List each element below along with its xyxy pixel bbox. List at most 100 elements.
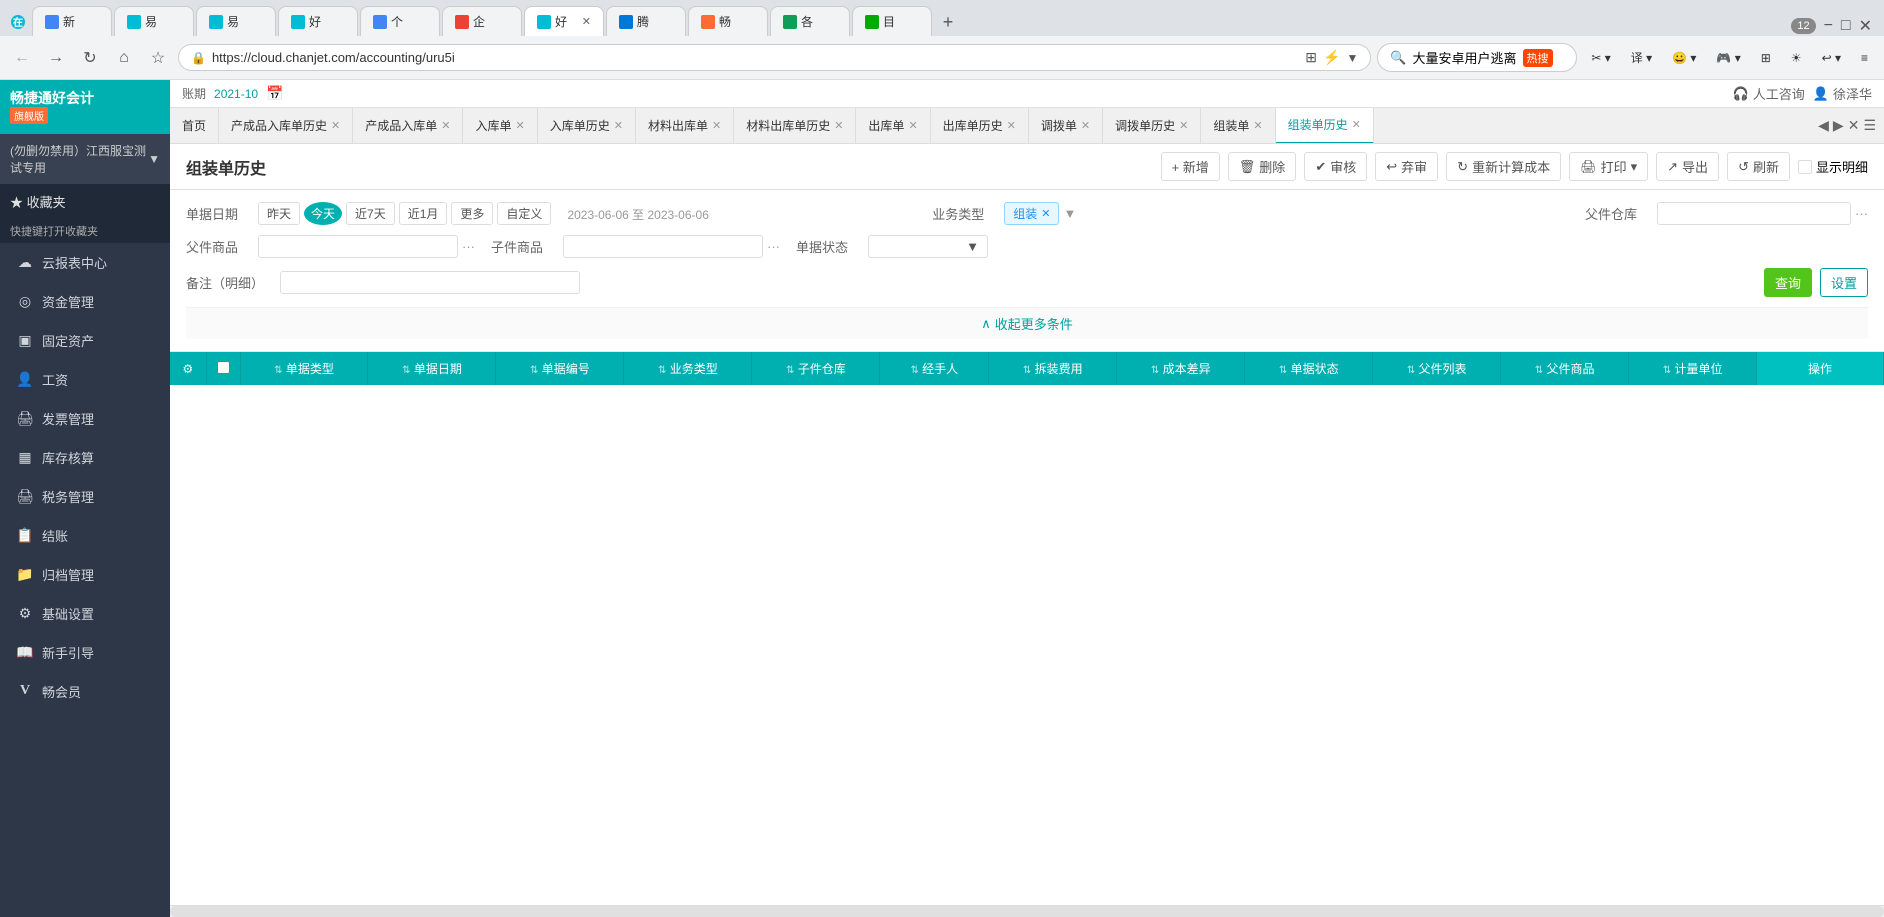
abandon-button[interactable]: ↩ 弃审: [1375, 152, 1438, 181]
app-tab-home[interactable]: 首页: [170, 108, 219, 144]
close-out-hist[interactable]: ✕: [1007, 119, 1016, 132]
app-tab-prod-in-hist[interactable]: 产成品入库单历史 ✕: [219, 108, 353, 144]
support-btn[interactable]: 🎧 人工咨询: [1733, 84, 1805, 103]
tab-close-7[interactable]: ✕: [582, 15, 591, 28]
browser-tab-7[interactable]: 好 ✕: [524, 6, 604, 36]
th-biz-type[interactable]: ⇅ 业务类型: [624, 352, 752, 385]
th-bill-date[interactable]: ⇅ 单据日期: [368, 352, 496, 385]
sidebar-item-tax-mgmt[interactable]: 🖨 税务管理: [0, 477, 170, 516]
browser-tab-8[interactable]: 腾: [606, 6, 686, 36]
close-prod-in[interactable]: ✕: [441, 119, 450, 132]
close-assemble-hist[interactable]: ✕: [1179, 119, 1188, 132]
th-checkbox[interactable]: [206, 352, 240, 385]
browser-search-bar[interactable]: 🔍 大量安卓用户逃离 热搜: [1377, 43, 1577, 72]
close-out-order[interactable]: ✕: [908, 119, 917, 132]
scissors-action[interactable]: ✂ ▾: [1583, 47, 1618, 69]
app-tab-assemble-hist[interactable]: 调拨单历史 ✕: [1103, 108, 1201, 144]
app-tab-in-hist[interactable]: 入库单历史 ✕: [538, 108, 636, 144]
dropdown-arrow[interactable]: ▼: [1346, 51, 1358, 65]
date-btn-7days[interactable]: 近7天: [346, 202, 395, 225]
app-tab-prod-in[interactable]: 产成品入库单 ✕: [353, 108, 463, 144]
status-dropdown[interactable]: ▼: [868, 235, 988, 258]
notes-input[interactable]: [280, 271, 580, 294]
grid-action[interactable]: ⊞: [1753, 47, 1779, 69]
tabs-more[interactable]: ☰: [1863, 117, 1876, 134]
th-bill-no[interactable]: ⇅ 单据编号: [496, 352, 624, 385]
th-handler[interactable]: ⇅ 经手人: [880, 352, 989, 385]
th-gear[interactable]: ⚙: [170, 352, 206, 385]
game-action[interactable]: 🎮 ▾: [1708, 47, 1748, 69]
th-bill-type[interactable]: ⇅ 单据类型: [240, 352, 368, 385]
browser-tab-1[interactable]: 新: [32, 6, 112, 36]
sidebar-item-fixed-assets[interactable]: ▣ 固定资产: [0, 321, 170, 360]
bookmark-button[interactable]: ☆: [144, 44, 172, 72]
sidebar-company[interactable]: (勿删勿禁用）江西服宝测试专用 ▼: [0, 134, 170, 184]
new-tab-button[interactable]: +: [934, 8, 962, 36]
child-goods-more[interactable]: ···: [767, 239, 780, 254]
date-btn-1month[interactable]: 近1月: [399, 202, 448, 225]
bottom-scrollbar[interactable]: [170, 905, 1884, 917]
browser-tab-2[interactable]: 易: [114, 6, 194, 36]
calendar-icon[interactable]: 📅: [266, 85, 283, 102]
recalc-cost-button[interactable]: ↻ 重新计算成本: [1446, 152, 1561, 181]
sidebar-favorites-sub[interactable]: 快捷键打开收藏夹: [0, 219, 170, 243]
close-window-button[interactable]: ✕: [1859, 16, 1872, 36]
date-btn-custom[interactable]: 自定义: [497, 202, 551, 225]
th-dismantling-fee[interactable]: ⇅ 拆装费用: [989, 352, 1117, 385]
extension-icon[interactable]: ⚡: [1323, 49, 1340, 66]
app-tab-assemble[interactable]: 调拨单 ✕: [1029, 108, 1103, 144]
browser-tab-9[interactable]: 畅: [688, 6, 768, 36]
minimize-button[interactable]: −: [1824, 17, 1833, 35]
browser-tab-4[interactable]: 好: [278, 6, 358, 36]
address-bar[interactable]: 🔒 https://cloud.chanjet.com/accounting/u…: [178, 44, 1371, 71]
forward-button[interactable]: →: [42, 44, 70, 72]
close-in-order[interactable]: ✕: [516, 119, 525, 132]
tabs-close-all[interactable]: ✕: [1848, 117, 1860, 134]
print-dropdown-icon[interactable]: ▾: [1631, 159, 1638, 175]
sidebar-item-wizard[interactable]: 📖 新手引导: [0, 633, 170, 672]
tab-count-badge[interactable]: 12: [1791, 18, 1815, 34]
sidebar-item-basic-settings[interactable]: ⚙ 基础设置: [0, 594, 170, 633]
parent-goods-input[interactable]: [258, 235, 458, 258]
child-goods-input[interactable]: [563, 235, 763, 258]
browser-tab-3[interactable]: 易: [196, 6, 276, 36]
close-mat-out-hist[interactable]: ✕: [834, 119, 843, 132]
date-btn-more[interactable]: 更多: [451, 202, 493, 225]
sidebar-item-member[interactable]: V 畅会员: [0, 672, 170, 711]
new-button[interactable]: + 新增: [1161, 152, 1220, 181]
back-button[interactable]: ←: [8, 44, 36, 72]
collapse-bar[interactable]: ∧ 收起更多条件: [186, 307, 1868, 339]
show-detail-checkbox[interactable]: [1798, 160, 1812, 174]
audit-button[interactable]: ✔ 审核: [1304, 152, 1367, 181]
user-btn[interactable]: 👤 徐泽华: [1813, 84, 1872, 103]
maximize-button[interactable]: □: [1841, 17, 1851, 35]
browser-tab-5[interactable]: 个: [360, 6, 440, 36]
app-tab-out-hist[interactable]: 出库单历史 ✕: [931, 108, 1029, 144]
select-all-checkbox[interactable]: [217, 361, 230, 374]
date-btn-today[interactable]: 今天: [304, 202, 342, 225]
export-button[interactable]: ↗ 导出: [1656, 152, 1719, 181]
tabs-scroll-left[interactable]: ◀: [1818, 117, 1829, 134]
reload-button[interactable]: ↻: [76, 44, 104, 72]
gear-icon[interactable]: ⚙: [182, 362, 193, 376]
th-unit[interactable]: ⇅ 计量单位: [1629, 352, 1757, 385]
th-cost-diff[interactable]: ⇅ 成本差异: [1117, 352, 1245, 385]
brightness-action[interactable]: ☀: [1783, 47, 1810, 69]
sidebar-item-inventory[interactable]: ▦ 库存核算: [0, 438, 170, 477]
show-detail-toggle[interactable]: 显示明细: [1798, 157, 1868, 176]
th-bill-status[interactable]: ⇅ 单据状态: [1245, 352, 1373, 385]
translate-action[interactable]: 译 ▾: [1623, 45, 1660, 70]
app-tab-mat-out-hist[interactable]: 材料出库单历史 ✕: [734, 108, 856, 144]
biz-type-dropdown[interactable]: ▼: [1063, 206, 1076, 221]
print-button[interactable]: 🖨 打印 ▾: [1569, 152, 1648, 181]
emoji-action[interactable]: 😀 ▾: [1664, 47, 1704, 69]
menu-action[interactable]: ≡: [1853, 47, 1876, 69]
parent-warehouse-more[interactable]: ···: [1855, 206, 1868, 221]
app-tab-in-order[interactable]: 入库单 ✕: [463, 108, 537, 144]
close-prod-in-hist[interactable]: ✕: [331, 119, 340, 132]
sidebar-item-fund-mgmt[interactable]: ◎ 资金管理: [0, 282, 170, 321]
app-tab-out-order[interactable]: 出库单 ✕: [856, 108, 930, 144]
history-action[interactable]: ↩ ▾: [1814, 47, 1849, 69]
sidebar-favorites[interactable]: ★ 收藏夹: [0, 184, 170, 219]
sidebar-item-archive-mgmt[interactable]: 📁 归档管理: [0, 555, 170, 594]
